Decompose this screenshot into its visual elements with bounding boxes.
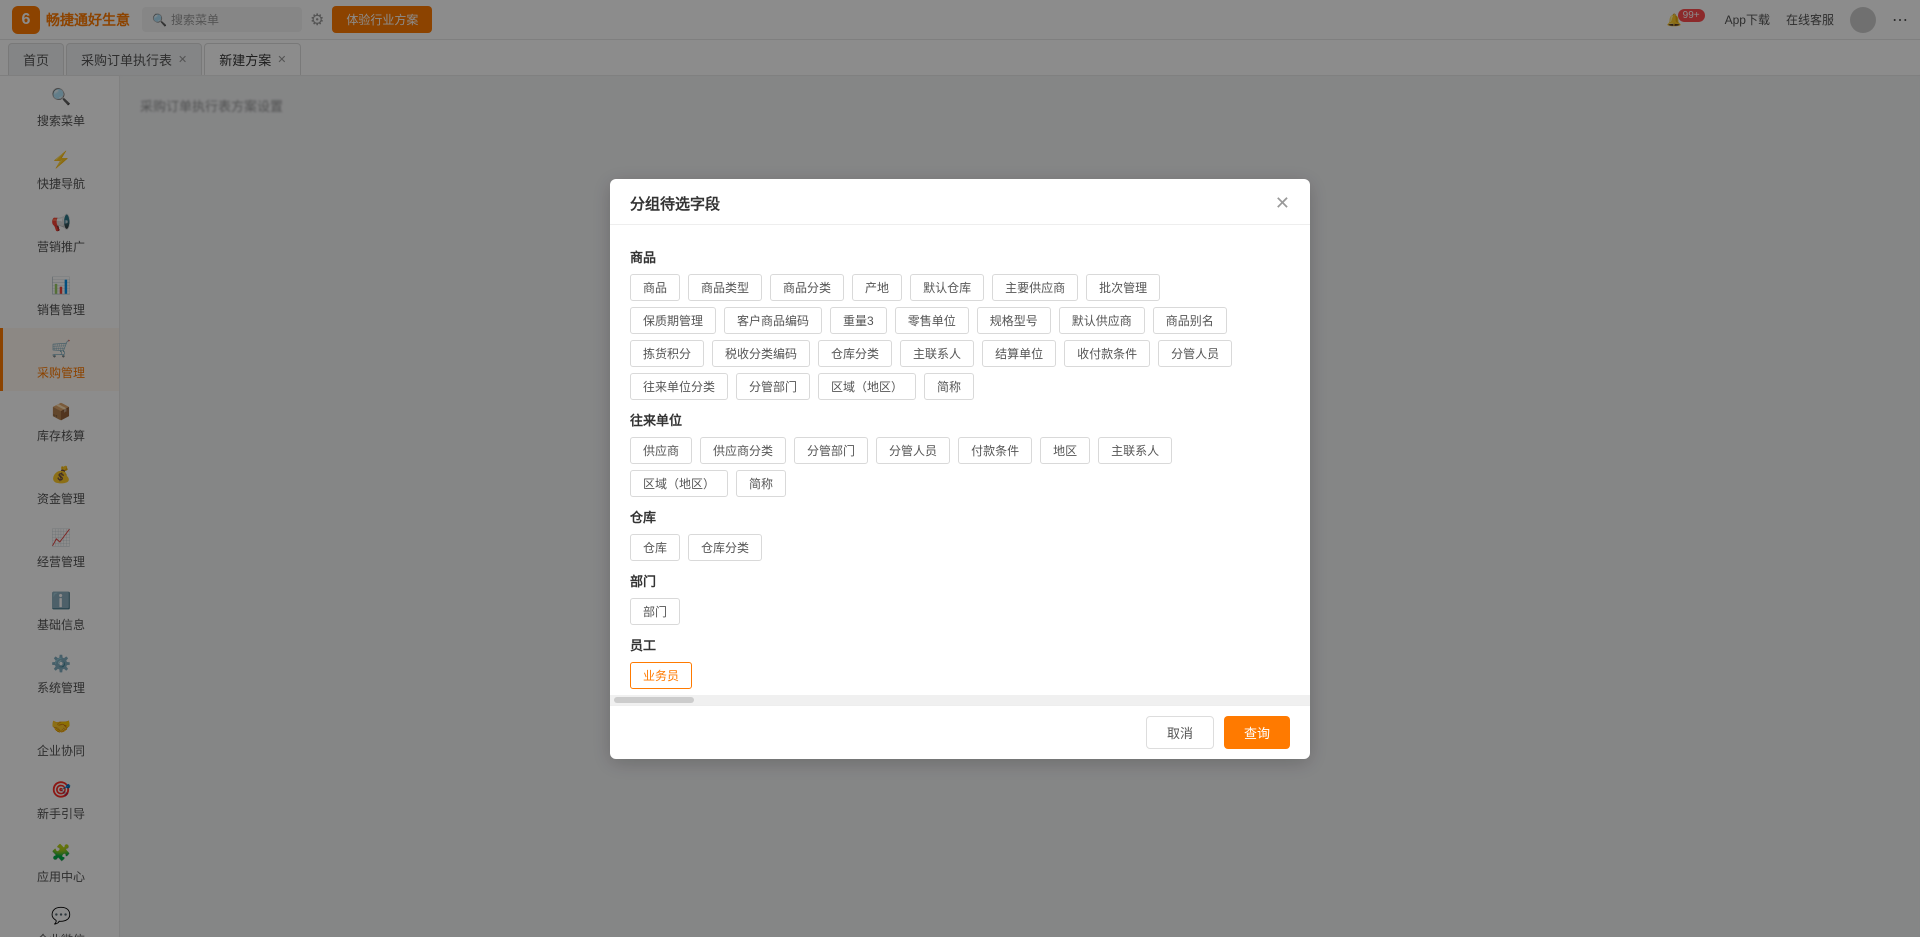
field-tag-default-warehouse[interactable]: 默认仓库 xyxy=(910,274,984,301)
field-tag-retail-unit[interactable]: 零售单位 xyxy=(895,307,969,334)
field-tag-shortname-goods[interactable]: 简称 xyxy=(924,373,974,400)
field-group-partner2: 区域（地区） 简称 xyxy=(630,470,1290,497)
field-select-modal: 分组待选字段 ✕ 商品 商品 商品类型 商品分类 产地 默认仓库 主要供应商 批… xyxy=(610,179,1310,759)
section-title-goods: 商品 xyxy=(630,247,1290,266)
field-tag-charge-person[interactable]: 分管人员 xyxy=(1158,340,1232,367)
field-tag-partner-category[interactable]: 往来单位分类 xyxy=(630,373,728,400)
section-title-dept: 部门 xyxy=(630,571,1290,590)
field-tag-warehouse-category2[interactable]: 仓库分类 xyxy=(688,534,762,561)
field-tag-main-contact[interactable]: 主联系人 xyxy=(900,340,974,367)
modal-overlay: 分组待选字段 ✕ 商品 商品 商品类型 商品分类 产地 默认仓库 主要供应商 批… xyxy=(0,0,1920,937)
field-group-goods3: 拣货积分 税收分类编码 仓库分类 主联系人 结算单位 收付款条件 分管人员 xyxy=(630,340,1290,367)
field-group-partner: 供应商 供应商分类 分管部门 分管人员 付款条件 地区 主联系人 xyxy=(630,437,1290,464)
field-tag-goods-category[interactable]: 商品分类 xyxy=(770,274,844,301)
section-title-partner: 往来单位 xyxy=(630,410,1290,429)
field-tag-supplier[interactable]: 供应商 xyxy=(630,437,692,464)
section-title-warehouse: 仓库 xyxy=(630,507,1290,526)
field-tag-goods[interactable]: 商品 xyxy=(630,274,680,301)
field-tag-spec-model[interactable]: 规格型号 xyxy=(977,307,1051,334)
confirm-button[interactable]: 查询 xyxy=(1224,716,1290,749)
modal-title: 分组待选字段 xyxy=(630,193,720,214)
modal-header: 分组待选字段 ✕ xyxy=(610,179,1310,225)
field-tag-main-supplier[interactable]: 主要供应商 xyxy=(992,274,1078,301)
field-tag-charge-person2[interactable]: 分管人员 xyxy=(876,437,950,464)
modal-close-icon[interactable]: ✕ xyxy=(1275,193,1290,214)
modal-body: 商品 商品 商品类型 商品分类 产地 默认仓库 主要供应商 批次管理 保质期管理… xyxy=(610,225,1310,695)
field-group-staff: 业务员 xyxy=(630,662,1290,689)
field-tag-dept[interactable]: 部门 xyxy=(630,598,680,625)
field-group-dept: 部门 xyxy=(630,598,1290,625)
modal-horizontal-scrollbar[interactable] xyxy=(610,695,1310,705)
field-tag-payment-terms[interactable]: 收付款条件 xyxy=(1064,340,1150,367)
field-tag-region2-partner[interactable]: 区域（地区） xyxy=(630,470,728,497)
section-title-staff: 员工 xyxy=(630,635,1290,654)
field-tag-charge-dept[interactable]: 分管部门 xyxy=(736,373,810,400)
cancel-button[interactable]: 取消 xyxy=(1146,716,1214,749)
field-tag-customer-code[interactable]: 客户商品编码 xyxy=(724,307,822,334)
field-tag-goods-alias[interactable]: 商品别名 xyxy=(1153,307,1227,334)
field-tag-salesperson[interactable]: 业务员 xyxy=(630,662,692,689)
field-tag-main-contact2[interactable]: 主联系人 xyxy=(1098,437,1172,464)
field-tag-settlement-unit[interactable]: 结算单位 xyxy=(982,340,1056,367)
hscroll-thumb xyxy=(614,697,694,703)
field-tag-warehouse-category[interactable]: 仓库分类 xyxy=(818,340,892,367)
field-tag-region-partner[interactable]: 地区 xyxy=(1040,437,1090,464)
field-tag-payment-terms2[interactable]: 付款条件 xyxy=(958,437,1032,464)
field-tag-pick-points[interactable]: 拣货积分 xyxy=(630,340,704,367)
field-tag-default-supplier[interactable]: 默认供应商 xyxy=(1059,307,1145,334)
modal-footer: 取消 查询 xyxy=(610,705,1310,759)
field-group-warehouse: 仓库 仓库分类 xyxy=(630,534,1290,561)
field-tag-charge-dept2[interactable]: 分管部门 xyxy=(794,437,868,464)
field-group-goods2: 保质期管理 客户商品编码 重量3 零售单位 规格型号 默认供应商 商品别名 xyxy=(630,307,1290,334)
field-tag-region-goods[interactable]: 区域（地区） xyxy=(818,373,916,400)
field-tag-batch-manage[interactable]: 批次管理 xyxy=(1086,274,1160,301)
field-tag-supplier-category[interactable]: 供应商分类 xyxy=(700,437,786,464)
field-group-goods4: 往来单位分类 分管部门 区域（地区） 简称 xyxy=(630,373,1290,400)
field-group-goods: 商品 商品类型 商品分类 产地 默认仓库 主要供应商 批次管理 xyxy=(630,274,1290,301)
field-tag-origin[interactable]: 产地 xyxy=(852,274,902,301)
field-tag-tax-code[interactable]: 税收分类编码 xyxy=(712,340,810,367)
field-tag-expiry-manage[interactable]: 保质期管理 xyxy=(630,307,716,334)
field-tag-weight3[interactable]: 重量3 xyxy=(830,307,887,334)
field-tag-goods-type[interactable]: 商品类型 xyxy=(688,274,762,301)
field-tag-shortname-partner[interactable]: 简称 xyxy=(736,470,786,497)
field-tag-warehouse[interactable]: 仓库 xyxy=(630,534,680,561)
